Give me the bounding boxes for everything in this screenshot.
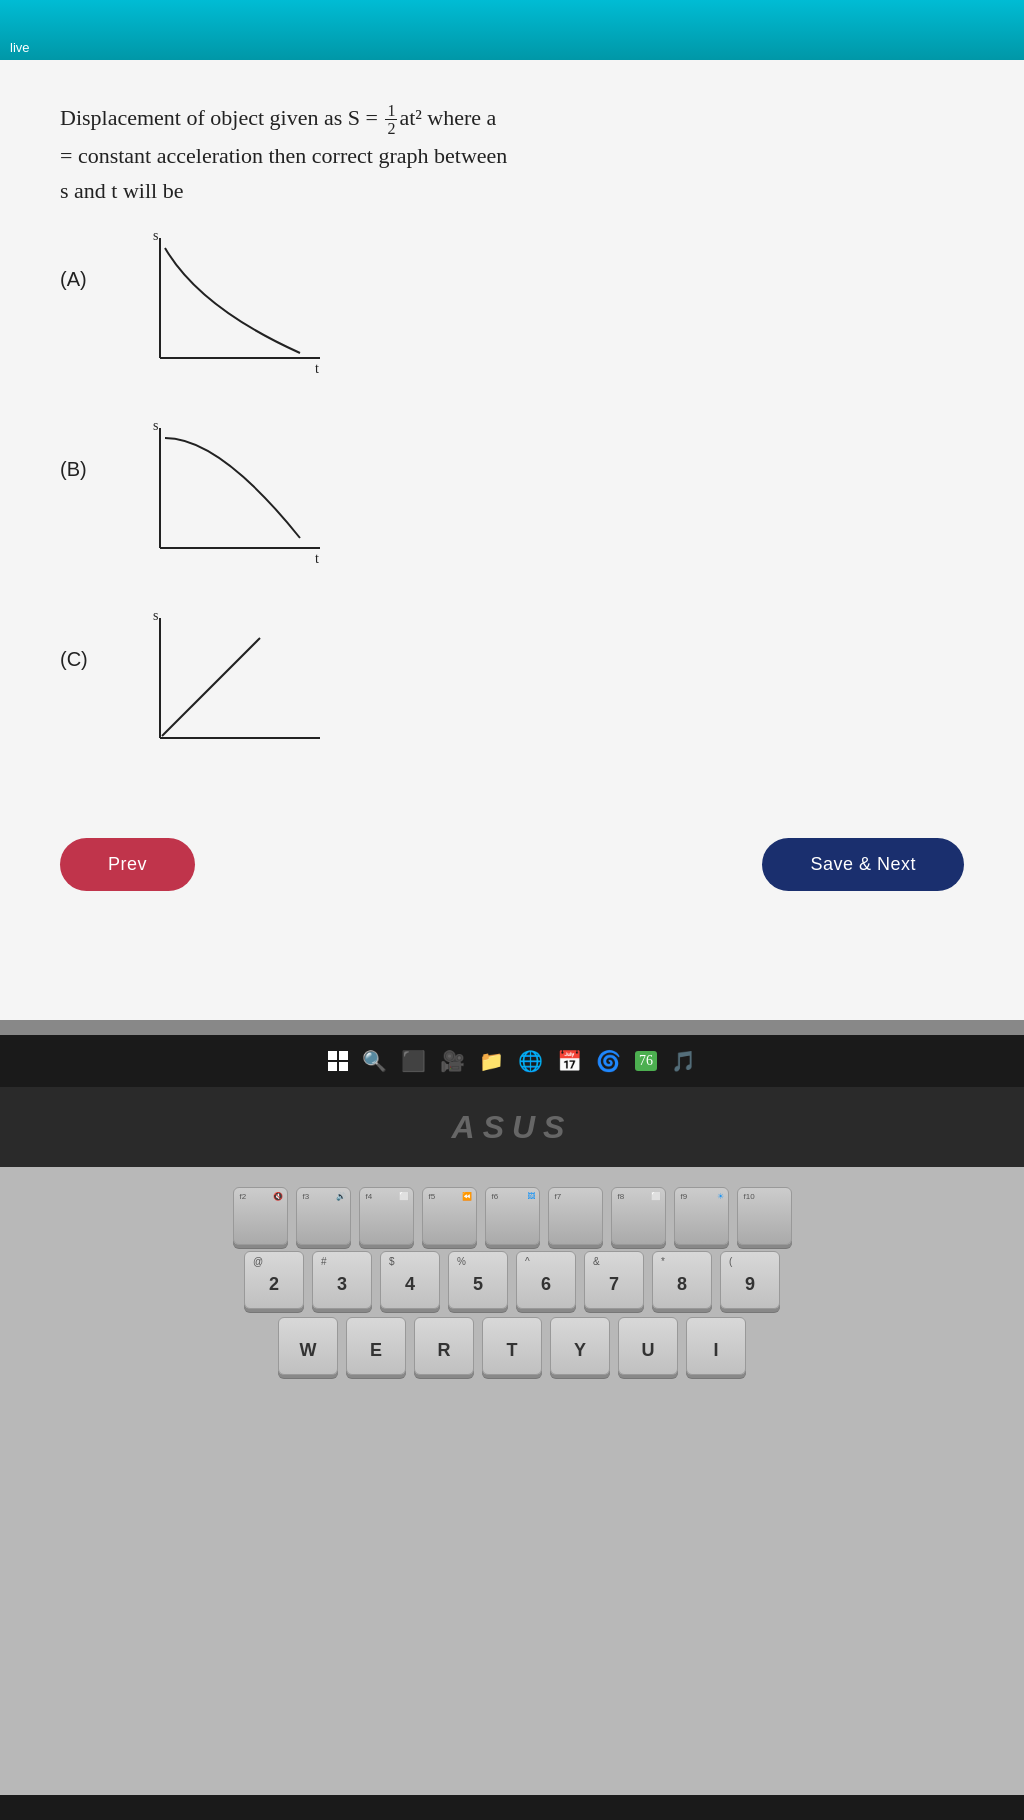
- nav-buttons: Prev Save & Next: [60, 818, 964, 901]
- svg-text:s: s: [153, 418, 158, 433]
- question-part2: at² where a: [399, 105, 496, 130]
- edge-icon[interactable]: 🌀: [596, 1049, 621, 1073]
- key-f8[interactable]: f8 ⬜: [611, 1187, 666, 1245]
- key-4[interactable]: $ 4: [380, 1251, 440, 1309]
- key-w[interactable]: W: [278, 1317, 338, 1375]
- key-i[interactable]: I: [686, 1317, 746, 1375]
- key-6[interactable]: ^ 6: [516, 1251, 576, 1309]
- svg-line-11: [162, 638, 260, 736]
- key-e[interactable]: E: [346, 1317, 406, 1375]
- save-next-button[interactable]: Save & Next: [762, 838, 964, 891]
- svg-text:s: s: [153, 608, 158, 623]
- search-icon[interactable]: 🔍: [362, 1049, 387, 1073]
- key-7[interactable]: & 7: [584, 1251, 644, 1309]
- desktop-icon[interactable]: ⬛: [401, 1049, 426, 1073]
- question-text: Displacement of object given as S = 12at…: [60, 100, 964, 208]
- live-label: live: [10, 40, 30, 55]
- graph-label-a: (A): [60, 228, 120, 291]
- num-row: @ 2 # 3 $ 4 % 5 ^ 6 & 7: [30, 1251, 994, 1309]
- graph-a-svg: s t: [120, 228, 340, 388]
- key-r[interactable]: R: [414, 1317, 474, 1375]
- key-8[interactable]: * 8: [652, 1251, 712, 1309]
- graph-b-wrapper: s t: [120, 418, 340, 578]
- graph-c-svg: s: [120, 608, 340, 768]
- graph-b-svg: s t: [120, 418, 340, 578]
- key-f4[interactable]: f4 ⬜: [359, 1187, 414, 1245]
- key-f10[interactable]: f10: [737, 1187, 792, 1245]
- key-f7[interactable]: f7: [548, 1187, 603, 1245]
- svg-text:t: t: [315, 361, 319, 376]
- key-f2[interactable]: f2 🔇: [233, 1187, 288, 1245]
- graph-c-wrapper: s: [120, 608, 340, 768]
- key-t[interactable]: T: [482, 1317, 542, 1375]
- key-f5[interactable]: f5 ⏪: [422, 1187, 477, 1245]
- camera-icon[interactable]: 🎥: [440, 1049, 465, 1073]
- key-9[interactable]: ( 9: [720, 1251, 780, 1309]
- bottom-bezel: [0, 1020, 1024, 1035]
- graph-item-b: (B) s t: [60, 418, 964, 578]
- calendar-icon[interactable]: 📅: [557, 1049, 582, 1073]
- key-f3[interactable]: f3 🔊: [296, 1187, 351, 1245]
- screen-content: Displacement of object given as S = 12at…: [0, 60, 1024, 1020]
- svg-text:s: s: [153, 228, 158, 243]
- graph-label-b: (B): [60, 418, 120, 481]
- key-5[interactable]: % 5: [448, 1251, 508, 1309]
- question-line2: = constant acceleration then correct gra…: [60, 143, 507, 168]
- taskbar: 🔍 ⬛ 🎥 📁 🌐 📅 🌀 76 🎵: [0, 1035, 1024, 1087]
- key-f6[interactable]: f6 🖼: [485, 1187, 540, 1245]
- windows-icon[interactable]: [328, 1051, 348, 1071]
- graphs-container: (A) s t (B): [60, 228, 964, 798]
- fraction-denominator: 2: [385, 120, 397, 138]
- key-f9[interactable]: f9 ☀: [674, 1187, 729, 1245]
- asus-area: ASUS: [0, 1087, 1024, 1167]
- key-3[interactable]: # 3: [312, 1251, 372, 1309]
- keyboard-area: f2 🔇 f3 🔊 f4 ⬜ f5 ⏪ f6 🖼 f7: [0, 1167, 1024, 1795]
- graph-item-a: (A) s t: [60, 228, 964, 388]
- graph-a-wrapper: s t: [120, 228, 340, 388]
- question-part1: Displacement of object given as S =: [60, 105, 383, 130]
- graph-item-c: (C) s: [60, 608, 964, 768]
- fraction-numerator: 1: [385, 102, 397, 121]
- key-u[interactable]: U: [618, 1317, 678, 1375]
- question-formula: 12: [383, 105, 399, 130]
- badge-icon: 76: [635, 1051, 657, 1071]
- folder-icon[interactable]: 📁: [479, 1049, 504, 1073]
- top-bar: live: [0, 0, 1024, 60]
- svg-text:t: t: [315, 551, 319, 566]
- key-y[interactable]: Y: [550, 1317, 610, 1375]
- letter-row: W E R T Y U I: [30, 1317, 994, 1375]
- asus-logo: ASUS: [452, 1109, 573, 1146]
- globe-icon[interactable]: 🌐: [518, 1049, 543, 1073]
- graph-label-c: (C): [60, 608, 120, 671]
- question-line3: s and t will be: [60, 178, 183, 203]
- prev-button[interactable]: Prev: [60, 838, 195, 891]
- key-2[interactable]: @ 2: [244, 1251, 304, 1309]
- fn-key-row: f2 🔇 f3 🔊 f4 ⬜ f5 ⏪ f6 🖼 f7: [30, 1187, 994, 1245]
- spotify-icon[interactable]: 🎵: [671, 1049, 696, 1073]
